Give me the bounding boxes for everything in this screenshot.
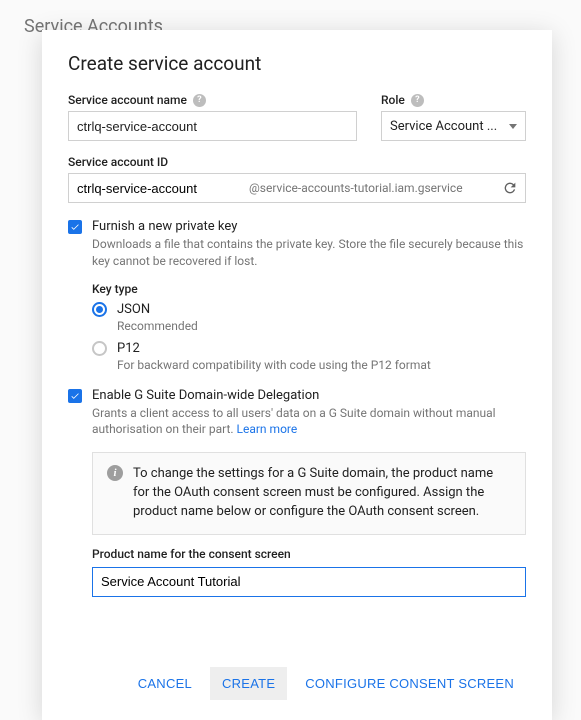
keytype-json-label: JSON (117, 302, 150, 317)
role-field: Role ? Service Account ... (381, 93, 526, 141)
info-text: To change the settings for a G Suite dom… (133, 465, 511, 522)
furnish-help: Downloads a file that contains the priva… (92, 236, 526, 270)
delegation-label: Enable G Suite Domain-wide Delegation (92, 388, 319, 403)
name-field: Service account name ? (68, 93, 357, 141)
keytype-label: Key type (92, 282, 526, 296)
keytype-json-radio[interactable] (92, 302, 107, 317)
check-icon (70, 391, 80, 401)
id-suffix: @service-accounts-tutorial.iam.gservice (249, 181, 495, 195)
create-service-account-dialog: Create service account Service account n… (42, 30, 552, 720)
consent-label: Product name for the consent screen (92, 547, 526, 561)
delegation-help: Grants a client access to all users' dat… (92, 405, 526, 439)
keytype-p12-radio[interactable] (92, 341, 107, 356)
furnish-checkbox[interactable] (68, 220, 82, 234)
keytype-json-help: Recommended (117, 319, 526, 333)
chevron-down-icon (509, 124, 517, 129)
info-box: i To change the settings for a G Suite d… (92, 452, 526, 535)
keytype-p12-label: P12 (117, 341, 140, 356)
help-icon[interactable]: ? (411, 94, 424, 107)
check-icon (70, 222, 80, 232)
name-input[interactable] (68, 111, 357, 141)
keytype-p12-help: For backward compatibility with code usi… (117, 358, 526, 372)
id-input[interactable] (69, 174, 249, 202)
consent-input[interactable] (92, 567, 526, 597)
refresh-icon (502, 180, 518, 196)
role-select[interactable]: Service Account ... (381, 111, 526, 141)
id-field: Service account ID @service-accounts-tut… (68, 155, 526, 203)
create-button[interactable]: CREATE (210, 667, 287, 700)
refresh-button[interactable] (495, 180, 525, 196)
learn-more-link[interactable]: Learn more (237, 422, 298, 436)
dialog-title: Create service account (68, 52, 526, 75)
furnish-label: Furnish a new private key (92, 219, 237, 234)
cancel-button[interactable]: CANCEL (126, 667, 204, 700)
configure-consent-button[interactable]: CONFIGURE CONSENT SCREEN (293, 667, 526, 700)
help-icon[interactable]: ? (193, 94, 206, 107)
info-icon: i (107, 465, 123, 481)
delegation-checkbox[interactable] (68, 389, 82, 403)
id-label: Service account ID (68, 155, 168, 169)
name-label: Service account name (68, 93, 187, 107)
role-label: Role (381, 93, 405, 107)
role-value: Service Account ... (390, 119, 497, 134)
